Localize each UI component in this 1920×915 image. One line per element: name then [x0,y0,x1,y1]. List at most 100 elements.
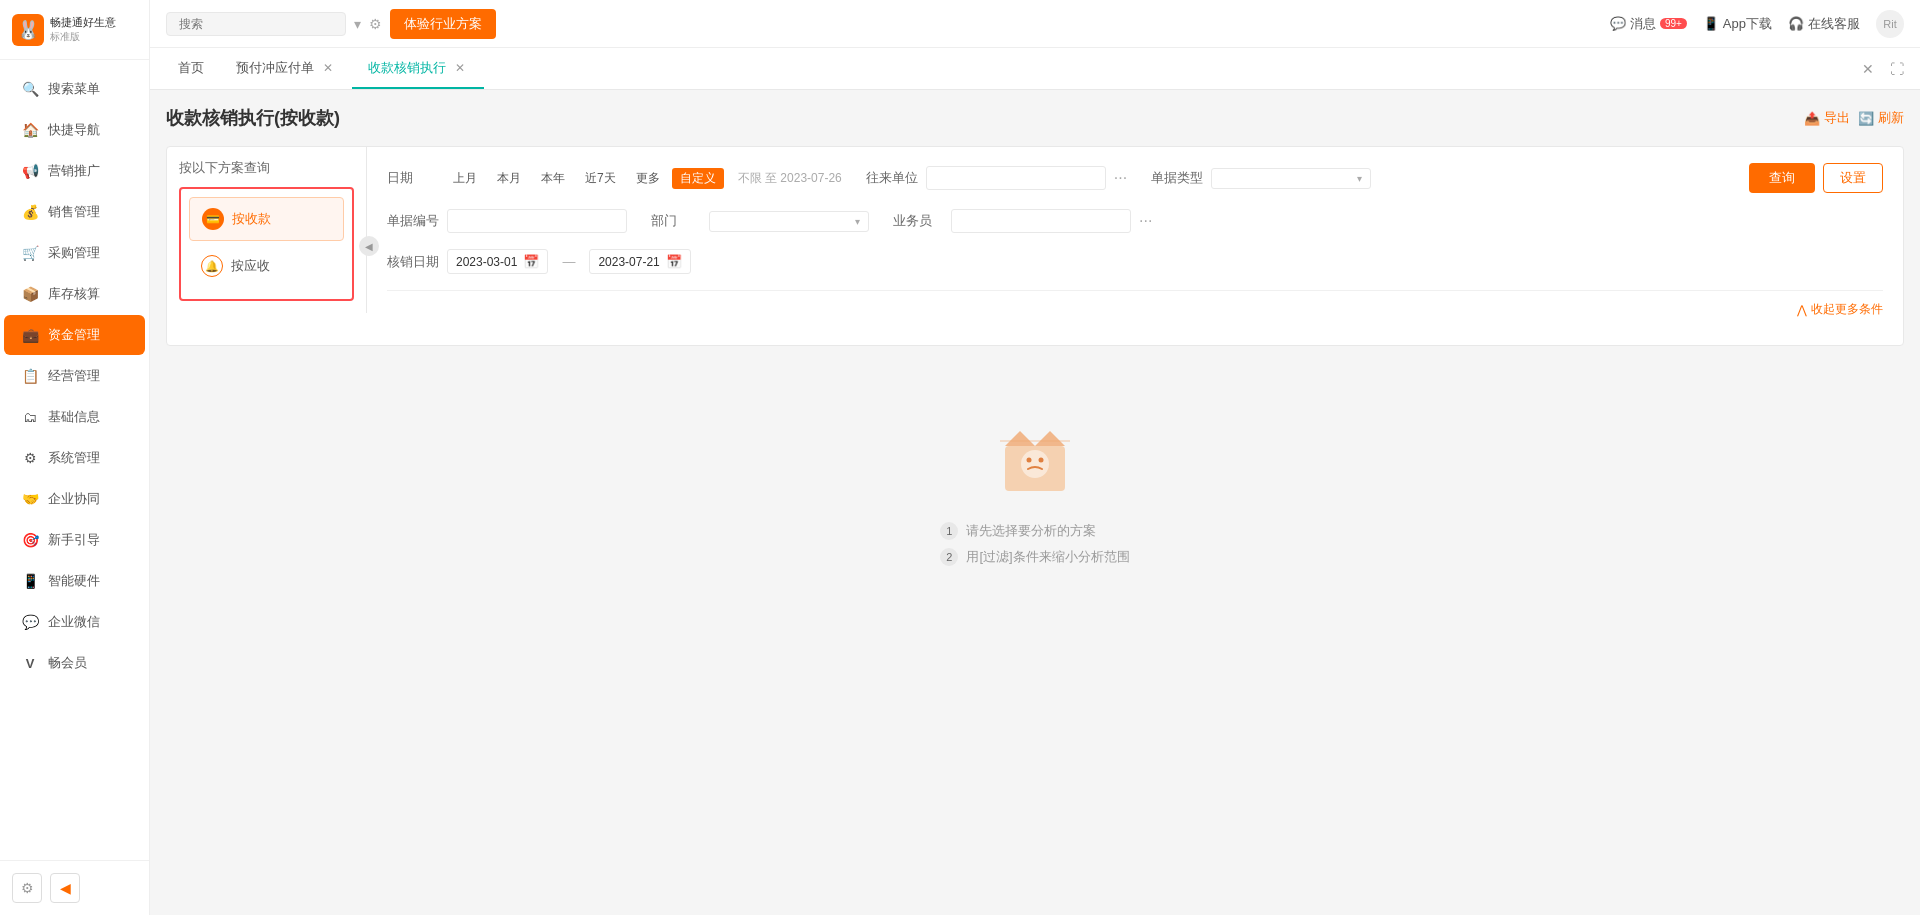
bill-no-label: 单据编号 [387,212,439,230]
salesman-input[interactable] [951,209,1131,233]
date-more-tab[interactable]: 更多 [628,168,668,189]
sidebar-item-sales[interactable]: 💰 销售管理 [4,192,145,232]
system-icon: ⚙ [20,448,40,468]
member-icon: V [20,653,40,673]
close-prepay-tab-button[interactable]: ✕ [320,60,336,76]
dept-label: 部门 [651,212,701,230]
collapse-label: 收起更多条件 [1811,301,1883,318]
sidebar-item-inventory[interactable]: 📦 库存核算 [4,274,145,314]
date-custom-tab[interactable]: 自定义 [672,168,724,189]
sidebar-item-collab[interactable]: 🤝 企业协同 [4,479,145,519]
sidebar-label-sales: 销售管理 [48,203,100,221]
settings-gear-icon[interactable]: ⚙ [369,16,382,32]
app-download-link[interactable]: 📱 App下载 [1703,15,1772,33]
collab-icon: 🤝 [20,489,40,509]
sidebar-item-wechat[interactable]: 💬 企业微信 [4,602,145,642]
export-button[interactable]: 📤 导出 [1804,109,1850,127]
bill-type-select[interactable]: ▾ [1211,168,1371,189]
empty-hint-1: 1 请先选择要分析的方案 [940,522,1129,540]
filter-row-3: 核销日期 2023-03-01 📅 — 2023-07-21 📅 [387,249,1883,274]
sidebar-item-system[interactable]: ⚙ 系统管理 [4,438,145,478]
sidebar-item-quick-nav[interactable]: 🏠 快捷导航 [4,110,145,150]
purchase-icon: 🛒 [20,243,40,263]
empty-hints: 1 请先选择要分析的方案 2 用[过滤]条件来缩小分析范围 [940,522,1129,566]
refresh-icon: 🔄 [1858,111,1874,126]
writeoff-date-end-wrap[interactable]: 2023-07-21 📅 [589,249,690,274]
industry-solution-button[interactable]: 体验行业方案 [390,9,496,39]
app-download-label: App下载 [1723,15,1772,33]
writeoff-date-start-wrap[interactable]: 2023-03-01 📅 [447,249,548,274]
writeoff-date-label: 核销日期 [387,253,439,271]
salesman-more-icon[interactable]: ··· [1139,212,1152,230]
message-button[interactable]: 💬 消息 99+ [1610,15,1687,33]
filter-by-receivable-option[interactable]: 🔔 按应收 [189,245,344,287]
sidebar-settings-button[interactable]: ⚙ [12,873,42,903]
counterparty-more-icon[interactable]: ··· [1114,169,1127,187]
collapse-more-button[interactable]: ⋀ 收起更多条件 [1797,301,1883,318]
dept-select[interactable]: ▾ [709,211,869,232]
close-receipt-tab-button[interactable]: ✕ [452,60,468,76]
date-last-month-tab[interactable]: 上月 [445,168,485,189]
empty-state: 1 请先选择要分析的方案 2 用[过滤]条件来缩小分析范围 [166,346,1904,626]
writeoff-date-field: 核销日期 2023-03-01 📅 — 2023-07-21 📅 [387,249,691,274]
date-this-year-tab[interactable]: 本年 [533,168,573,189]
tab-home[interactable]: 首页 [162,48,220,89]
filter-by-receipt-option[interactable]: 💳 按收款 [189,197,344,241]
sidebar-item-marketing[interactable]: 📢 营销推广 [4,151,145,191]
sidebar-item-guide[interactable]: 🎯 新手引导 [4,520,145,560]
writeoff-start-calendar-icon[interactable]: 📅 [523,254,539,269]
sidebar-nav: 🔍 搜索菜单 🏠 快捷导航 📢 营销推广 💰 销售管理 🛒 采购管理 📦 库存核… [0,60,149,860]
empty-illustration [985,406,1085,506]
sidebar-label-search-menu: 搜索菜单 [48,80,100,98]
window-close-button[interactable]: ✕ [1858,57,1878,81]
sidebar-item-operation[interactable]: 📋 经营管理 [4,356,145,396]
writeoff-end-date: 2023-07-21 [598,255,659,269]
customer-service-label: 在线客服 [1808,15,1860,33]
sidebar-item-finance[interactable]: 💼 资金管理 [4,315,145,355]
salesman-label: 业务员 [893,212,943,230]
sidebar-item-purchase[interactable]: 🛒 采购管理 [4,233,145,273]
hint-num-1: 1 [940,522,958,540]
tab-window-controls: ✕ ⛶ [1858,48,1908,89]
top-header: ▾ ⚙ 体验行业方案 💬 消息 99+ 📱 App下载 🎧 在线客服 Rit [150,0,1920,48]
counterparty-input[interactable] [926,166,1106,190]
export-label: 导出 [1824,109,1850,127]
hardware-icon: 📱 [20,571,40,591]
window-expand-button[interactable]: ⛶ [1886,57,1908,81]
basic-info-icon: 🗂 [20,407,40,427]
date-range-dash: — [562,254,575,269]
svg-point-2 [1027,458,1032,463]
receipt-option-icon: 💳 [202,208,224,230]
hint-text-1: 请先选择要分析的方案 [966,522,1096,540]
sidebar-label-collab: 企业协同 [48,490,100,508]
query-button[interactable]: 查询 [1749,163,1815,193]
settings-set-button[interactable]: 设置 [1823,163,1883,193]
tab-prepay-reconcile[interactable]: 预付冲应付单 ✕ [220,48,352,89]
sidebar-bottom: ⚙ ◀ [0,860,149,915]
filter-left-panel: 按以下方案查询 💳 按收款 🔔 按应收 [167,147,367,313]
date-7days-tab[interactable]: 近7天 [577,168,624,189]
refresh-label: 刷新 [1878,109,1904,127]
quick-nav-icon: 🏠 [20,120,40,140]
search-dropdown-icon[interactable]: ▾ [354,16,361,32]
sidebar-label-system: 系统管理 [48,449,100,467]
marketing-icon: 📢 [20,161,40,181]
customer-service-link[interactable]: 🎧 在线客服 [1788,15,1860,33]
sidebar-item-basic-info[interactable]: 🗂 基础信息 [4,397,145,437]
tab-receipt-label: 收款核销执行 [368,59,446,77]
sidebar-item-member[interactable]: V 畅会员 [4,643,145,683]
tab-receipt-writeoff[interactable]: 收款核销执行 ✕ [352,48,484,89]
app-edition: 标准版 [50,30,116,44]
sidebar-item-search-menu[interactable]: 🔍 搜索菜单 [4,69,145,109]
user-avatar[interactable]: Rit [1876,10,1904,38]
refresh-button[interactable]: 🔄 刷新 [1858,109,1904,127]
sidebar-label-member: 畅会员 [48,654,87,672]
dept-chevron-icon: ▾ [855,216,860,227]
bill-no-input[interactable] [447,209,627,233]
sidebar-item-hardware[interactable]: 📱 智能硬件 [4,561,145,601]
writeoff-end-calendar-icon[interactable]: 📅 [666,254,682,269]
search-input[interactable] [166,12,346,36]
sidebar-collapse-button[interactable]: ◀ [50,873,80,903]
date-this-month-tab[interactable]: 本月 [489,168,529,189]
filter-left-collapse-arrow[interactable]: ◀ [359,236,379,256]
